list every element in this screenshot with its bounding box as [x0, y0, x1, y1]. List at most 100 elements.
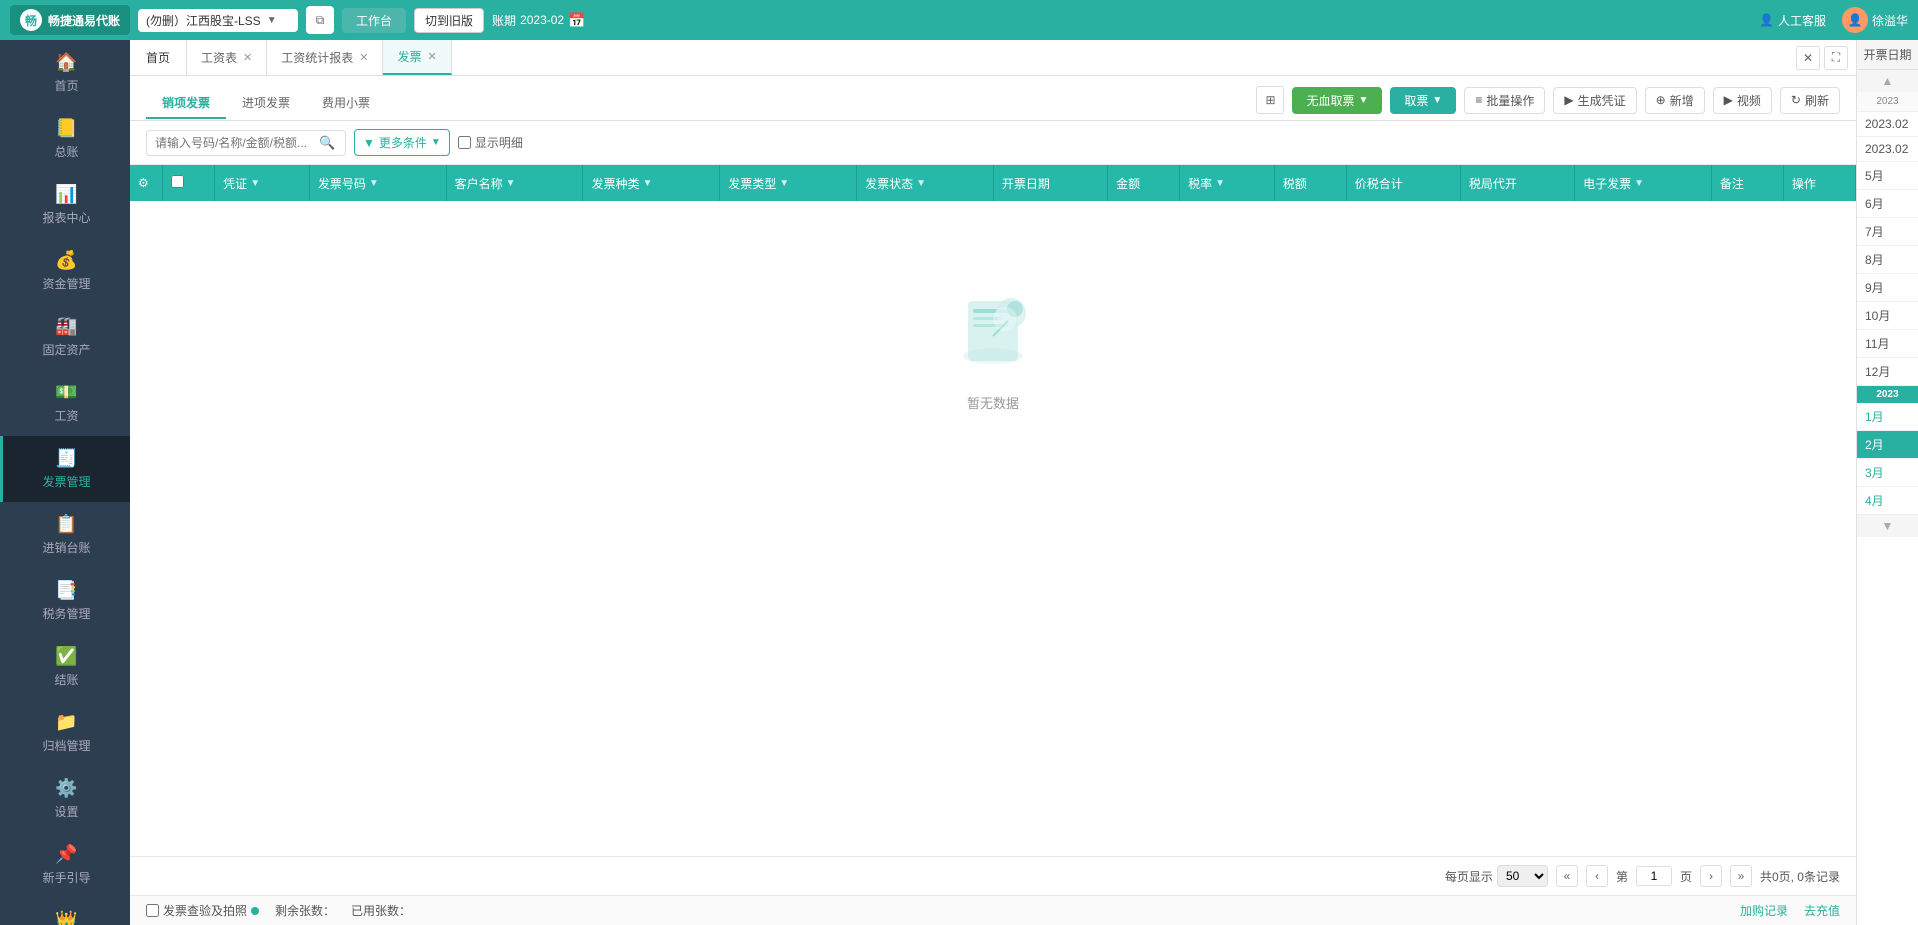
tax-icon: 📑	[55, 580, 77, 601]
col-tax-rate-filter[interactable]: ▼	[1215, 178, 1225, 189]
sidebar-label-settings: 设置	[54, 803, 78, 820]
sub-tab-sales[interactable]: 销项发票	[146, 88, 226, 119]
search-icon[interactable]: 🔍	[319, 135, 335, 151]
cal-month-9[interactable]: 9月	[1857, 274, 1918, 302]
page-number-input[interactable]	[1636, 866, 1672, 886]
sidebar-item-salary[interactable]: 💵 工资	[0, 370, 130, 436]
tab-salary-stats-close[interactable]: ✕	[359, 51, 368, 64]
work-bench-button[interactable]: 工作台	[342, 8, 406, 33]
cal-month-11[interactable]: 11月	[1857, 330, 1918, 358]
sidebar-item-assets[interactable]: 🏭 固定资产	[0, 304, 130, 370]
page-last-button[interactable]: »	[1730, 865, 1752, 887]
col-settings[interactable]: ⚙	[130, 165, 162, 201]
sidebar-item-funds[interactable]: 💰 资金管理	[0, 238, 130, 304]
sidebar-item-archive[interactable]: 📁 归档管理	[0, 700, 130, 766]
show-detail-checkbox-area[interactable]: 显示明细	[458, 134, 523, 151]
sidebar-item-checkout[interactable]: ✅ 结账	[0, 634, 130, 700]
sidebar-item-invoice[interactable]: 🧾 发票管理	[0, 436, 130, 502]
tab-salary-sheet-close[interactable]: ✕	[243, 51, 252, 64]
col-voucher-filter[interactable]: ▼	[250, 178, 260, 189]
no-red-invoice-button[interactable]: 无血取票 ▼	[1292, 87, 1382, 114]
calendar-icon[interactable]: 📅	[568, 12, 585, 29]
cal-month-1[interactable]: 1月	[1857, 403, 1918, 431]
cal-month-2-active[interactable]: 2月	[1857, 431, 1918, 459]
sidebar-item-purchase[interactable]: 📋 进销台账	[0, 502, 130, 568]
sidebar-item-tax[interactable]: 📑 税务管理	[0, 568, 130, 634]
cal-month-7[interactable]: 7月	[1857, 218, 1918, 246]
col-customer-filter[interactable]: ▼	[506, 178, 516, 189]
cal-month-8[interactable]: 8月	[1857, 246, 1918, 274]
batch-ops-button[interactable]: ≡ 批量操作	[1464, 87, 1545, 114]
sidebar-label-guide: 新手引导	[42, 869, 90, 886]
cal-month-6[interactable]: 6月	[1857, 190, 1918, 218]
tab-invoice[interactable]: 发票 ✕	[383, 40, 451, 75]
check-invoice-checkbox[interactable]	[146, 904, 159, 917]
cal-month-label: 12月	[1865, 363, 1890, 380]
sub-tab-purchase-label: 进项发票	[242, 96, 290, 110]
col-invoice-no-filter[interactable]: ▼	[369, 178, 379, 189]
tab-salary-stats[interactable]: 工资统计报表 ✕	[267, 40, 383, 75]
sidebar-item-settings[interactable]: ⚙️ 设置	[0, 766, 130, 832]
cal-month-10[interactable]: 10月	[1857, 302, 1918, 330]
tab-maximize-button[interactable]: ⛶	[1824, 46, 1848, 70]
sidebar-label-funds: 资金管理	[42, 275, 90, 292]
assets-icon: 🏭	[55, 316, 77, 337]
sub-tab-purchase[interactable]: 进项发票	[226, 88, 306, 119]
page-first-button[interactable]: «	[1556, 865, 1578, 887]
more-conditions-button[interactable]: ▼ 更多条件 ▼	[354, 129, 450, 156]
cal-month-label: 10月	[1865, 307, 1890, 324]
refresh-button[interactable]: ↻ 刷新	[1780, 87, 1840, 114]
generate-voucher-button[interactable]: ▶ 生成凭证	[1553, 87, 1636, 114]
sidebar-item-ledger[interactable]: 📒 总账	[0, 106, 130, 172]
used-label: 已用张数：	[351, 902, 411, 919]
col-invoice-category-filter[interactable]: ▼	[779, 178, 789, 189]
cal-month-3[interactable]: 3月	[1857, 459, 1918, 487]
generate-voucher-label: 生成凭证	[1578, 92, 1626, 109]
col-invoice-type-filter[interactable]: ▼	[642, 178, 652, 189]
page-next-button[interactable]: ›	[1700, 865, 1722, 887]
sidebar-item-member[interactable]: 👑 畅会员	[0, 898, 130, 925]
grid-view-button[interactable]: ⊞	[1256, 86, 1284, 114]
select-all-checkbox[interactable]	[171, 175, 184, 188]
cal-month-2023-02-b[interactable]: 2023.02	[1857, 137, 1918, 162]
switch-old-button[interactable]: 切到旧版	[414, 8, 484, 33]
col-e-invoice-filter[interactable]: ▼	[1634, 178, 1644, 189]
tab-home[interactable]: 首页	[130, 40, 187, 75]
page-prev-button[interactable]: ‹	[1586, 865, 1608, 887]
sidebar: 🏠 首页 📒 总账 📊 报表中心 💰 资金管理 🏭 固定资产 💵 工资 🧾 发票…	[0, 40, 130, 925]
video-button[interactable]: ▶ 视频	[1713, 87, 1772, 114]
table-header-row: ⚙ 凭证 ▼	[130, 165, 1856, 201]
cal-scroll-up[interactable]: ▲	[1857, 70, 1918, 92]
cal-month-2023-02-a[interactable]: 2023.02	[1857, 112, 1918, 137]
support-button[interactable]: 👤 人工客服	[1759, 12, 1826, 29]
cal-month-4[interactable]: 4月	[1857, 487, 1918, 515]
col-tax-rate: 税率 ▼	[1180, 165, 1275, 201]
add-record-link[interactable]: 加购记录	[1740, 902, 1788, 919]
purchase-icon: 📋	[55, 514, 77, 535]
sub-tab-expense[interactable]: 费用小票	[306, 88, 386, 119]
tab-close-all-button[interactable]: ✕	[1796, 46, 1820, 70]
user-area[interactable]: 👤 徐溢华	[1842, 7, 1908, 33]
go-purchase-link[interactable]: 去充值	[1804, 902, 1840, 919]
show-detail-checkbox[interactable]	[458, 136, 471, 149]
col-invoice-no: 发票号码 ▼	[309, 165, 446, 201]
sidebar-item-guide[interactable]: 📌 新手引导	[0, 832, 130, 898]
search-input[interactable]	[155, 136, 315, 150]
company-selector[interactable]: (勿删）江西股宝-LSS ▼	[138, 9, 298, 32]
sidebar-item-home[interactable]: 🏠 首页	[0, 40, 130, 106]
cal-month-12[interactable]: 12月	[1857, 358, 1918, 386]
per-page-select[interactable]: 20 50 100	[1497, 865, 1548, 887]
period-value: 2023-02	[520, 13, 564, 27]
col-invoice-status-filter[interactable]: ▼	[916, 178, 926, 189]
col-checkbox[interactable]	[162, 165, 215, 201]
tab-invoice-close[interactable]: ✕	[428, 50, 437, 63]
tab-salary-sheet[interactable]: 工资表 ✕	[187, 40, 267, 75]
sidebar-label-assets: 固定资产	[42, 341, 90, 358]
cal-scroll-down[interactable]: ▼	[1857, 515, 1918, 537]
cal-month-5[interactable]: 5月	[1857, 162, 1918, 190]
take-invoice-button[interactable]: 取票 ▼	[1390, 87, 1456, 114]
sidebar-item-reports[interactable]: 📊 报表中心	[0, 172, 130, 238]
copy-icon-btn[interactable]: ⧉	[306, 6, 334, 34]
col-e-invoice: 电子发票 ▼	[1575, 165, 1712, 201]
new-button[interactable]: ⊕ 新增	[1645, 87, 1705, 114]
